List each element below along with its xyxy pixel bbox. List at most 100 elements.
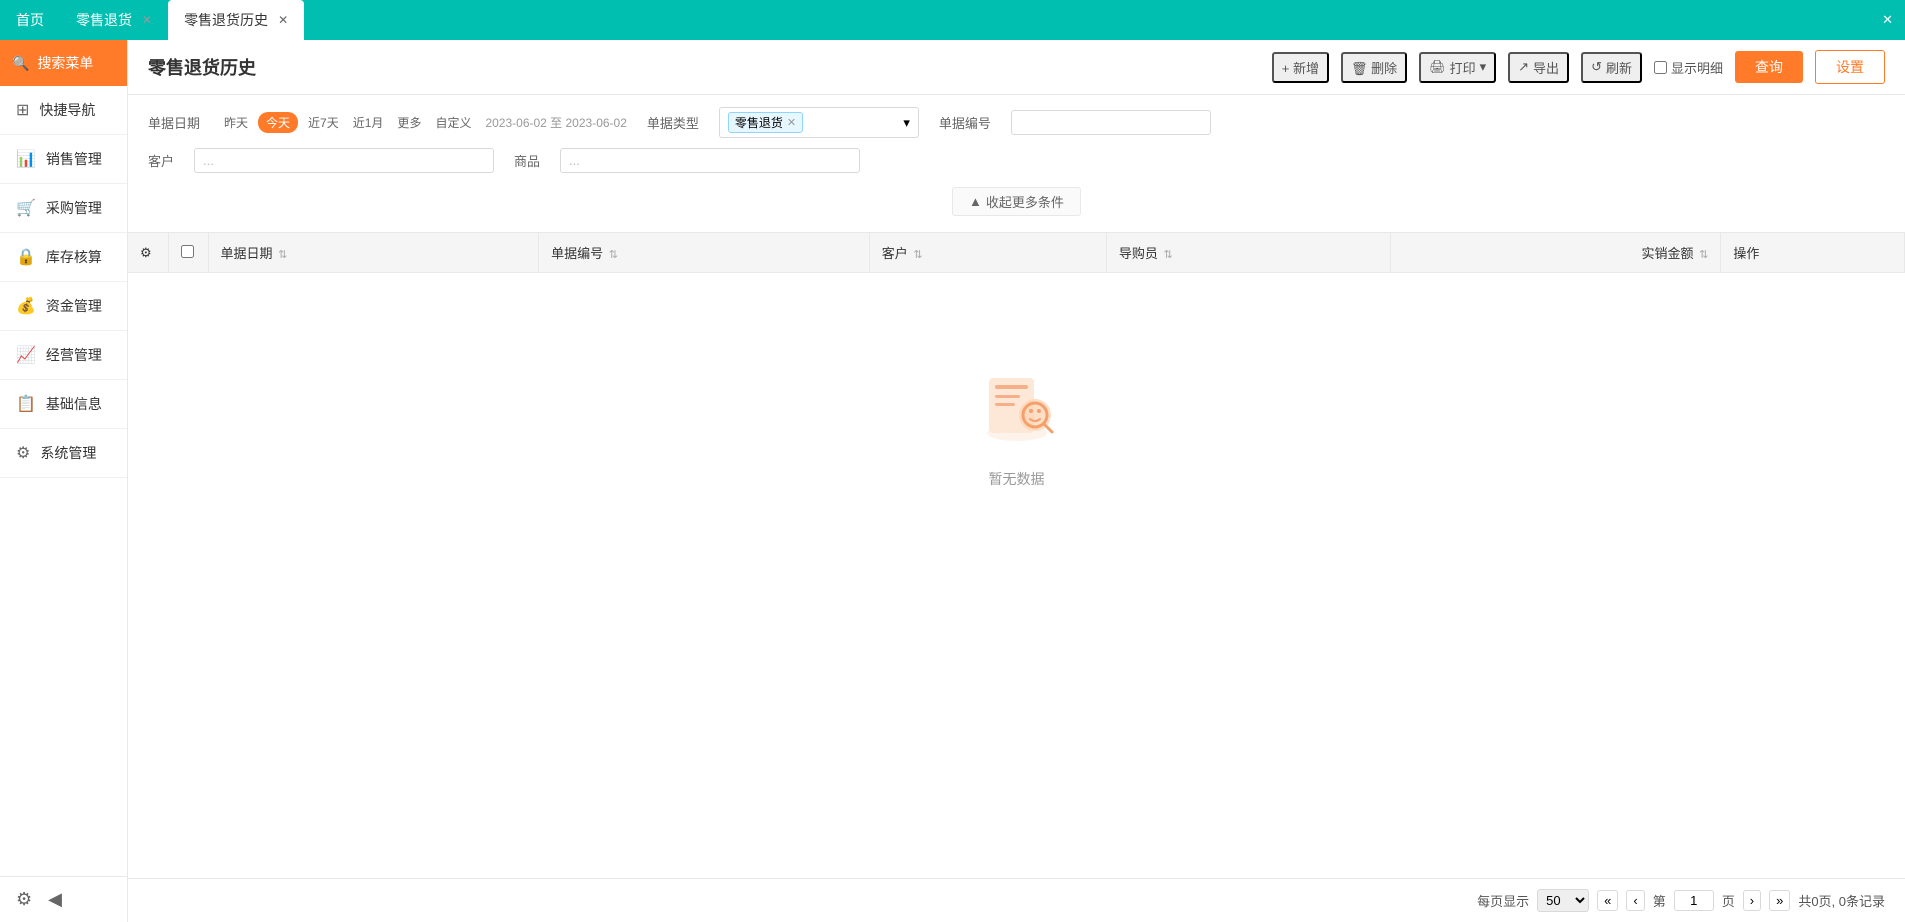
base-info-icon: 📋: [16, 394, 36, 414]
date-btn-today[interactable]: 今天: [258, 112, 298, 133]
export-button[interactable]: ↗ 导出: [1508, 52, 1569, 83]
quick-nav-icon: ⊞: [16, 100, 29, 120]
tab-home[interactable]: 首页: [0, 0, 60, 40]
collapse-filter-btn[interactable]: ▲ 收起更多条件: [952, 187, 1081, 216]
sidebar-item-quick-nav-label: 快捷导航: [39, 100, 95, 120]
print-dropdown-icon: ▾: [1480, 59, 1487, 75]
th-checkbox[interactable]: [168, 233, 208, 273]
collapse-label: 收起更多条件: [986, 192, 1064, 211]
purchase-icon: 🛒: [16, 198, 36, 218]
type-tag: 零售退货 ✕: [728, 112, 803, 133]
sidebar-item-base-info[interactable]: 📋 基础信息: [0, 380, 127, 429]
page-title: 零售退货历史: [148, 54, 1260, 80]
th-number[interactable]: 单据编号 ⇅: [539, 233, 870, 273]
refresh-label: 刷新: [1606, 58, 1632, 77]
sidebar-item-operations[interactable]: 📈 经营管理: [0, 331, 127, 380]
last-page-btn[interactable]: »: [1769, 890, 1790, 911]
sidebar: 🔍 搜索菜单 ⊞ 快捷导航 📊 销售管理 🛒 采购管理 🔒 库存核算 💰 资金管…: [0, 40, 128, 922]
date-buttons: 昨天 今天 近7天 近1月 更多 自定义 2023-06-02 至 2023-0…: [220, 112, 627, 133]
finance-icon: 💰: [16, 296, 36, 316]
tab-retail-return-history[interactable]: 零售退货历史 ✕: [168, 0, 304, 40]
empty-icon: [967, 353, 1067, 453]
customer-select[interactable]: ...: [194, 148, 494, 173]
th-date[interactable]: 单据日期 ⇅: [208, 233, 539, 273]
voucher-input[interactable]: [1011, 110, 1211, 135]
export-label: 导出: [1533, 58, 1559, 77]
next-page-btn[interactable]: ›: [1743, 890, 1761, 911]
sort-date-icon: ⇅: [278, 249, 287, 261]
date-btn-1month[interactable]: 近1月: [349, 112, 388, 133]
sidebar-item-purchase-mgmt[interactable]: 🛒 采购管理: [0, 184, 127, 233]
sort-guide-icon: ⇅: [1163, 249, 1172, 261]
empty-state: 暂无数据: [128, 273, 1905, 569]
goods-select[interactable]: ...: [560, 148, 860, 173]
refresh-icon: ↺: [1591, 59, 1602, 75]
print-icon: 🖨: [1429, 59, 1446, 75]
settings-gear-icon[interactable]: ⚙: [16, 889, 32, 910]
print-button[interactable]: 🖨 打印 ▾: [1419, 52, 1496, 83]
customer-filter-label: 客户: [148, 151, 174, 170]
prev-page-btn[interactable]: ‹: [1626, 890, 1644, 911]
date-btn-7days[interactable]: 近7天: [304, 112, 343, 133]
page-label-pre: 第: [1653, 891, 1666, 910]
date-btn-yesterday[interactable]: 昨天: [220, 112, 252, 133]
type-filter-label: 单据类型: [647, 113, 699, 132]
collapse-sidebar-icon[interactable]: ◀: [48, 889, 62, 910]
sidebar-item-system[interactable]: ⚙ 系统管理: [0, 429, 127, 478]
page-label-post: 页: [1722, 891, 1735, 910]
show-detail-checkbox[interactable]: [1654, 61, 1667, 74]
sort-customer-icon: ⇅: [913, 249, 922, 261]
sidebar-search[interactable]: 🔍 搜索菜单: [0, 40, 127, 86]
empty-text: 暂无数据: [989, 469, 1045, 489]
sidebar-item-operations-label: 经营管理: [46, 345, 102, 365]
th-customer[interactable]: 客户 ⇅: [869, 233, 1106, 273]
sidebar-item-inventory[interactable]: 🔒 库存核算: [0, 233, 127, 282]
setting-button[interactable]: 设置: [1815, 50, 1885, 84]
tab-retail-return-history-close[interactable]: ✕: [278, 13, 288, 27]
date-range-display: 2023-06-02 至 2023-06-02: [485, 114, 626, 131]
operations-icon: 📈: [16, 345, 36, 365]
filter-row-2: 客户 ... 商品 ...: [148, 148, 1885, 173]
pagination: 每页显示 10 20 50 100 « ‹ 第 1 页 › » 共0页, 0条记…: [128, 878, 1905, 922]
sort-amount-icon: ⇅: [1699, 249, 1708, 261]
delete-button[interactable]: 🗑 删除: [1341, 52, 1407, 83]
search-icon: 🔍: [12, 55, 29, 72]
per-page-label: 每页显示: [1477, 891, 1529, 910]
top-tab-bar: 首页 零售退货 ✕ 零售退货历史 ✕ ✕: [0, 0, 1905, 40]
type-tag-remove[interactable]: ✕: [787, 116, 796, 129]
sidebar-item-quick-nav[interactable]: ⊞ 快捷导航: [0, 86, 127, 135]
type-tag-value: 零售退货: [735, 114, 783, 131]
window-close-btn[interactable]: ✕: [1882, 12, 1905, 28]
goods-placeholder: ...: [569, 153, 580, 168]
per-page-select[interactable]: 10 20 50 100: [1537, 889, 1589, 912]
show-detail-toggle[interactable]: 显示明细: [1654, 58, 1723, 77]
th-guide[interactable]: 导购员 ⇅: [1106, 233, 1390, 273]
sidebar-item-sales-label: 销售管理: [46, 149, 102, 169]
filter-row-1: 单据日期 昨天 今天 近7天 近1月 更多 自定义 2023-06-02 至 2…: [148, 107, 1885, 138]
tab-retail-return-history-label: 零售退货历史: [184, 10, 268, 30]
date-filter-label: 单据日期: [148, 113, 200, 132]
table-container: ⚙ 单据日期 ⇅ 单据编号 ⇅ 客户: [128, 233, 1905, 878]
filter-area: 单据日期 昨天 今天 近7天 近1月 更多 自定义 2023-06-02 至 2…: [128, 95, 1905, 233]
tab-retail-return-label: 零售退货: [76, 10, 132, 30]
select-all-checkbox[interactable]: [181, 245, 194, 258]
refresh-button[interactable]: ↺ 刷新: [1581, 52, 1642, 83]
type-select[interactable]: 零售退货 ✕ ▾: [719, 107, 919, 138]
sidebar-item-finance[interactable]: 💰 资金管理: [0, 282, 127, 331]
total-text: 共0页, 0条记录: [1798, 891, 1885, 910]
tab-retail-return[interactable]: 零售退货 ✕: [60, 0, 168, 40]
query-button[interactable]: 查询: [1735, 51, 1803, 83]
tab-home-label: 首页: [16, 10, 44, 30]
th-settings[interactable]: ⚙: [128, 233, 168, 273]
th-amount[interactable]: 实销金额 ⇅: [1390, 233, 1721, 273]
tab-retail-return-close[interactable]: ✕: [142, 13, 152, 27]
add-button[interactable]: + 新增: [1272, 52, 1329, 83]
date-btn-more[interactable]: 更多: [393, 112, 425, 133]
voucher-label: 单据编号: [939, 113, 991, 132]
date-btn-custom[interactable]: 自定义: [431, 112, 475, 133]
sidebar-item-inventory-label: 库存核算: [46, 247, 102, 267]
type-select-chevron: ▾: [903, 115, 910, 131]
first-page-btn[interactable]: «: [1597, 890, 1618, 911]
sidebar-item-sales-mgmt[interactable]: 📊 销售管理: [0, 135, 127, 184]
page-number-input[interactable]: 1: [1674, 890, 1714, 911]
